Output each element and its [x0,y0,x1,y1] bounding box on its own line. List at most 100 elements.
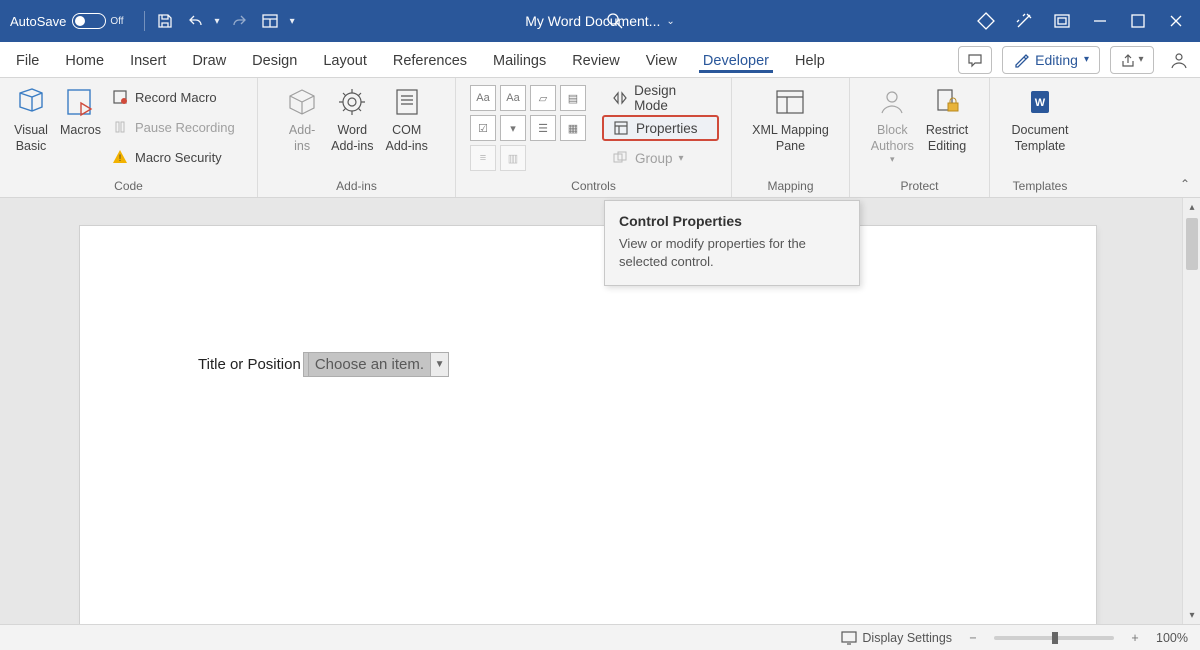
ribbon-developer: Visual Basic Macros Record Macro Pause R… [0,78,1200,198]
field-label: Title or Position [198,356,301,373]
display-settings-button[interactable]: Display Settings [841,631,952,645]
record-macro-icon [111,88,129,106]
visual-basic-button[interactable]: Visual Basic [8,81,54,154]
autosave-toggle[interactable] [72,13,106,29]
titlebar-right [976,11,1200,31]
collapse-ribbon-icon[interactable]: ⌃ [1180,177,1190,191]
save-icon[interactable] [155,11,175,31]
dropdown-control-icon[interactable]: ☰ [530,115,556,141]
qat-customize-icon[interactable]: ▾ [290,16,295,27]
account-icon[interactable] [1168,50,1188,70]
quick-access-toolbar: ▾ ▾ [134,11,305,31]
minimize-icon[interactable] [1090,11,1110,31]
svg-text:W: W [1035,97,1046,109]
tab-help[interactable]: Help [791,47,829,73]
picture-control-icon[interactable]: ▱ [530,85,556,111]
editing-mode-button[interactable]: Editing ▾ [1002,46,1100,74]
word-addins-icon [335,85,369,119]
tab-references[interactable]: References [389,47,471,73]
zoom-in-button[interactable]: + [1128,631,1142,645]
group-label-controls: Controls [464,177,723,197]
rich-text-control-icon[interactable]: Aa [470,85,496,111]
xml-mapping-icon [773,85,807,119]
group-label-addins: Add-ins [266,177,447,197]
maximize-icon[interactable] [1128,11,1148,31]
building-block-control-icon[interactable]: ▤ [560,85,586,111]
cc-chevron-icon[interactable]: ▼ [431,352,449,377]
repeating-control-icon[interactable]: ≡ [470,145,496,171]
tab-developer[interactable]: Developer [699,47,773,73]
pause-recording-button: Pause Recording [111,115,235,139]
tab-insert[interactable]: Insert [126,47,170,73]
close-icon[interactable] [1166,11,1186,31]
undo-icon[interactable] [185,11,205,31]
restrict-editing-icon [930,85,964,119]
legacy-controls-icon[interactable]: ▥ [500,145,526,171]
tab-layout[interactable]: Layout [319,47,371,73]
quickparts-icon[interactable] [260,11,280,31]
scroll-down-icon[interactable]: ▾ [1183,606,1200,624]
comments-button[interactable] [958,46,992,74]
visual-basic-icon [14,85,48,119]
document-template-icon: W [1023,85,1057,119]
title-chevron-icon[interactable]: ⌄ [666,16,674,27]
vertical-scrollbar[interactable]: ▴ ▾ [1182,198,1200,624]
controls-gallery: Aa Aa ▱ ▤ ☑ ▾ ☰ ▦ ≡ ▥ [464,81,592,171]
autosave-label: AutoSave [10,14,66,29]
autosave-state: Off [110,16,123,27]
group-label-code: Code [8,177,249,197]
window-controls-icon[interactable] [1052,11,1072,31]
tab-file[interactable]: File [12,47,43,73]
scroll-up-icon[interactable]: ▴ [1183,198,1200,216]
block-authors-button[interactable]: Block Authors▾ [865,81,920,166]
properties-icon [612,119,630,137]
document-area [0,198,1200,624]
datepicker-control-icon[interactable]: ▦ [560,115,586,141]
macro-security-icon: ! [111,148,129,166]
tab-review[interactable]: Review [568,47,624,73]
properties-button[interactable]: Properties [602,115,719,141]
redo-icon[interactable] [230,11,250,31]
zoom-slider[interactable] [994,636,1114,640]
tab-view[interactable]: View [642,47,681,73]
macro-security-button[interactable]: ! Macro Security [111,145,235,169]
title-bar: AutoSave Off ▾ ▾ My Word Document... ⌄ [0,0,1200,42]
share-button[interactable]: ▾ [1110,46,1154,74]
design-mode-button[interactable]: Design Mode [602,85,719,111]
tab-home[interactable]: Home [61,47,108,73]
xml-mapping-button[interactable]: XML Mapping Pane [746,81,835,154]
autosave-control[interactable]: AutoSave Off [0,13,134,29]
checkbox-control-icon[interactable]: ☑ [470,115,496,141]
tab-draw[interactable]: Draw [188,47,230,73]
document-title-area[interactable]: My Word Document... ⌄ [525,13,675,29]
group-label-templates: Templates [998,177,1082,197]
word-addins-button[interactable]: Word Add-ins [325,81,379,154]
cc-placeholder[interactable]: Choose an item. [309,352,431,377]
search-icon[interactable] [605,11,625,31]
plain-text-control-icon[interactable]: Aa [500,85,526,111]
tab-design[interactable]: Design [248,47,301,73]
macros-button[interactable]: Macros [54,81,107,139]
group-label-mapping: Mapping [740,177,841,197]
zoom-out-button[interactable]: − [966,631,980,645]
scroll-thumb[interactable] [1186,218,1198,270]
status-bar: Display Settings − + 100% [0,624,1200,650]
tooltip-title: Control Properties [619,213,845,229]
record-macro-button[interactable]: Record Macro [111,85,235,109]
document-template-button[interactable]: W Document Template [1006,81,1075,154]
com-addins-button[interactable]: COM Add-ins [380,81,434,154]
properties-tooltip: Control Properties View or modify proper… [604,200,860,286]
tab-mailings[interactable]: Mailings [489,47,550,73]
undo-more-icon[interactable]: ▾ [215,16,220,27]
group-label-protect: Protect [858,177,981,197]
diamond-icon[interactable] [976,11,996,31]
content-control-dropdown[interactable]: Choose an item. ▼ [303,352,449,377]
addins-button[interactable]: Add- ins [279,81,325,154]
combobox-control-icon[interactable]: ▾ [500,115,526,141]
pause-recording-icon [111,118,129,136]
document-page[interactable] [80,226,1096,624]
wand-icon[interactable] [1014,11,1034,31]
restrict-editing-button[interactable]: Restrict Editing [920,81,974,154]
document-title: My Word Document... [525,13,660,29]
zoom-level[interactable]: 100% [1156,631,1188,645]
